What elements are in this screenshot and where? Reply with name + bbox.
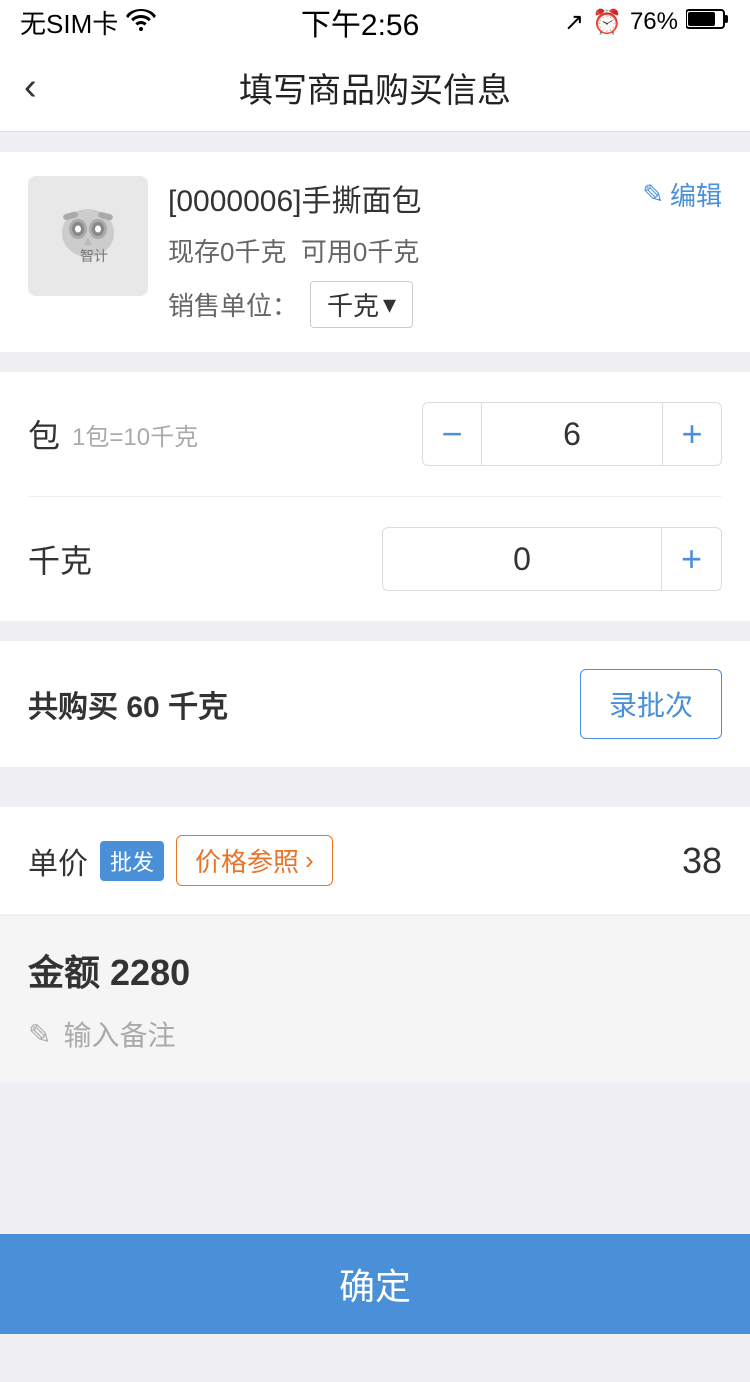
- price-value: 38: [682, 840, 722, 882]
- battery-text: 76%: [630, 8, 678, 36]
- unit-select[interactable]: 千克 ▾: [310, 281, 413, 328]
- bag-hint: 1包=10千克: [72, 417, 198, 452]
- wifi-icon: [126, 7, 156, 38]
- bag-stepper: − +: [422, 402, 722, 466]
- bag-input[interactable]: [482, 402, 662, 466]
- nav-bar: ‹ 填写商品购买信息: [0, 44, 750, 132]
- remark-placeholder: 输入备注: [63, 1014, 175, 1054]
- pencil-icon: ✎: [28, 1018, 51, 1051]
- kg-input-row: 千克 +: [28, 497, 722, 621]
- amount-row: 金额 2280: [28, 944, 722, 996]
- location-icon: ↗: [564, 8, 584, 37]
- bag-decrement-button[interactable]: −: [422, 402, 482, 466]
- price-ref-button[interactable]: 价格参照 ›: [176, 835, 333, 886]
- confirm-bar[interactable]: 确定: [0, 1234, 750, 1334]
- bag-increment-button[interactable]: +: [662, 402, 722, 466]
- summary-text: 共购买 60 千克: [28, 682, 228, 726]
- status-time: 下午2:56: [301, 0, 419, 44]
- product-name: [0000006]手撕面包: [168, 176, 722, 220]
- kg-input[interactable]: [382, 527, 662, 591]
- product-unit-row: 销售单位： 千克 ▾: [168, 281, 722, 328]
- unit-label: 销售单位：: [168, 286, 298, 323]
- status-bar: 无SIM卡 下午2:56 ↗ ⏰ 76%: [0, 0, 750, 44]
- kg-label: 千克: [28, 536, 92, 582]
- product-thumb-icon: 智计: [53, 195, 123, 277]
- alarm-icon: ⏰: [592, 8, 622, 37]
- price-label: 单价 批发 价格参照 ›: [28, 835, 333, 886]
- divider-1: [0, 352, 750, 372]
- remark-row[interactable]: ✎ 输入备注: [28, 1014, 722, 1054]
- amount-value: 2280: [110, 952, 190, 993]
- edit-button[interactable]: ✎ 编辑: [642, 176, 722, 213]
- amount-section: 金额 2280 ✎ 输入备注: [0, 916, 750, 1082]
- status-right: ↗ ⏰ 76%: [564, 8, 730, 37]
- carrier-text: 无SIM卡: [20, 4, 118, 41]
- kg-stepper: +: [382, 527, 722, 591]
- edit-icon: ✎: [642, 179, 664, 210]
- bag-input-row: 包 1包=10千克 − +: [28, 372, 722, 497]
- status-left: 无SIM卡: [20, 4, 156, 41]
- product-card: 智计 [0000006]手撕面包 现存0千克 可用0千克 销售单位： 千克 ▾ …: [0, 152, 750, 352]
- price-ref-arrow-icon: ›: [305, 845, 314, 876]
- back-button[interactable]: ‹: [24, 66, 37, 109]
- input-section: 包 1包=10千克 − + 千克 +: [0, 372, 750, 621]
- price-row: 单价 批发 价格参照 › 38: [28, 835, 722, 886]
- product-thumbnail: 智计: [28, 176, 148, 296]
- product-stock: 现存0千克 可用0千克: [168, 232, 722, 269]
- price-badge: 批发: [100, 841, 164, 881]
- bottom-space: [0, 1082, 750, 1382]
- record-batch-button[interactable]: 录批次: [580, 669, 722, 739]
- page-title: 填写商品购买信息: [239, 63, 511, 112]
- summary-section: 共购买 60 千克 录批次: [0, 641, 750, 767]
- product-info: [0000006]手撕面包 现存0千克 可用0千克 销售单位： 千克 ▾: [168, 176, 722, 328]
- confirm-button[interactable]: 确定: [339, 1258, 411, 1310]
- kg-increment-button[interactable]: +: [662, 527, 722, 591]
- battery-icon: [686, 8, 730, 37]
- price-section: 单价 批发 价格参照 › 38: [0, 807, 750, 914]
- bag-label: 包 1包=10千克: [28, 411, 198, 457]
- svg-text:智计: 智计: [80, 248, 108, 264]
- divider-2: [0, 767, 750, 787]
- dropdown-arrow-icon: ▾: [383, 289, 396, 320]
